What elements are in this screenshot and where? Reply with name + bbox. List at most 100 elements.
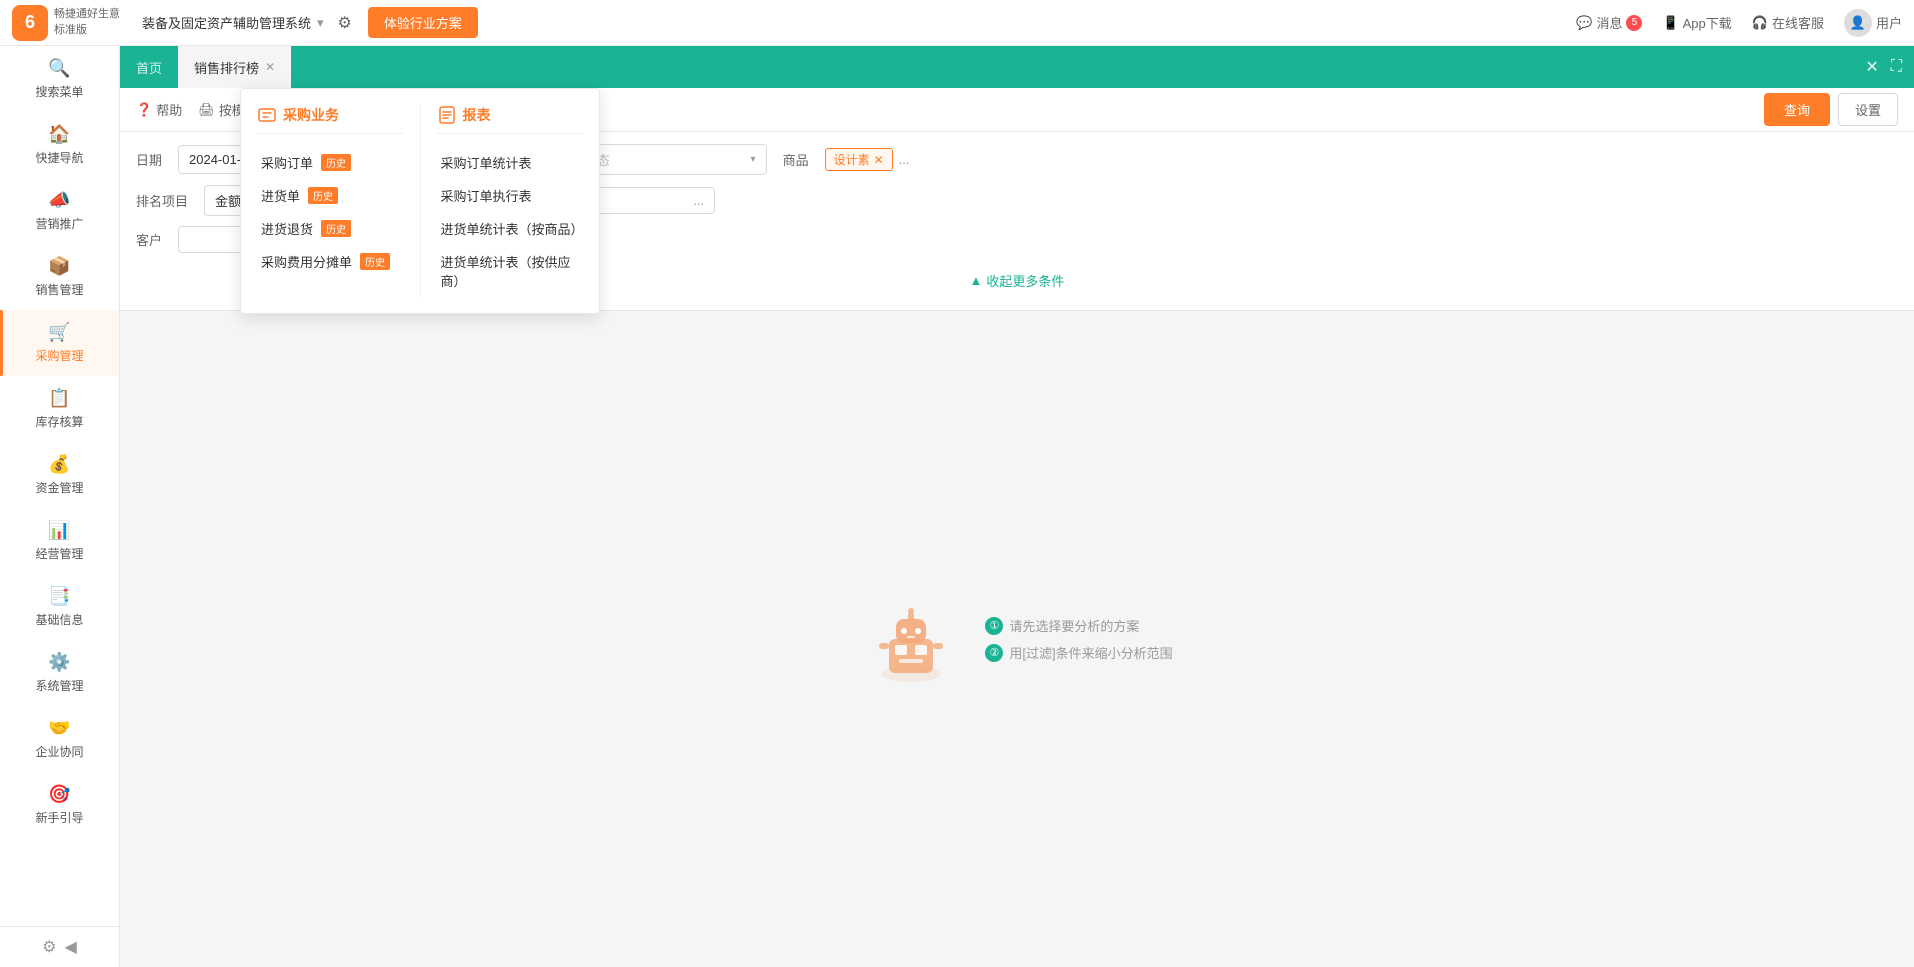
- inbound-badge: 历史: [308, 187, 338, 204]
- doc-status-arrow: ▾: [751, 154, 756, 165]
- goods-filter: 设计素 ✕ ...: [825, 148, 910, 171]
- customer-label: 客户: [136, 230, 162, 249]
- print-icon: 🖨: [198, 102, 215, 118]
- title-dropdown-arrow[interactable]: ▾: [317, 15, 324, 31]
- logo-text: 畅捷通好生意 标准版: [54, 7, 120, 38]
- menu-item-purchase-expense[interactable]: 采购费用分摊单 历史: [257, 245, 404, 278]
- basic-info-icon: 📑: [48, 586, 70, 607]
- sidebar-item-enterprise[interactable]: 🤝 企业协同: [0, 706, 119, 772]
- purchase-expense-badge: 历史: [360, 253, 390, 270]
- menu-item-order-stat[interactable]: 采购订单统计表: [437, 146, 584, 179]
- sales-icon: 📦: [48, 256, 70, 277]
- goods-tag-close[interactable]: ✕: [874, 153, 884, 167]
- content-body: ① 请先选择要分析的方案 ② 用[过滤]条件来缩小分析范围: [120, 311, 1914, 967]
- guide-icon: 🎯: [48, 784, 70, 805]
- query-btn[interactable]: 查询: [1764, 93, 1830, 126]
- phone-icon: 📱: [1662, 15, 1678, 31]
- purchase-icon: 🛒: [48, 322, 70, 343]
- app-download-btn[interactable]: 📱 App下载: [1662, 13, 1731, 32]
- finance-icon: 💰: [48, 454, 70, 475]
- goods-tag[interactable]: 设计素 ✕: [825, 148, 893, 171]
- content-area: 首页 销售排行榜 ✕ ✕ ⛶ ❓ 帮助 🖨 按模板打印 ▾ ⬇: [120, 46, 1914, 967]
- sidebar-item-quick-nav[interactable]: 🏠 快捷导航: [0, 112, 119, 178]
- sidebar-settings-icon[interactable]: ⚙: [42, 937, 56, 957]
- home-icon: 🏠: [48, 124, 70, 145]
- tab-bar-right-actions: ✕ ⛶: [1865, 57, 1914, 77]
- search-icon: 🔍: [48, 58, 70, 79]
- empty-state-illustration: [861, 589, 961, 689]
- purchase-order-badge: 历史: [321, 154, 351, 171]
- message-icon: 💬: [1576, 15, 1592, 31]
- sidebar-item-purchase[interactable]: 🛒 采购管理: [0, 310, 119, 376]
- tab-close-icon[interactable]: ✕: [265, 60, 275, 74]
- menu-item-purchase-order[interactable]: 采购订单 历史: [257, 146, 404, 179]
- purchase-section-icon: [257, 105, 277, 125]
- empty-hint-1: ① 请先选择要分析的方案: [985, 616, 1139, 635]
- main-layout: 🔍 搜索菜单 🏠 快捷导航 📣 营销推广 📦 销售管理 🛒 采购管理 📋 库存核…: [0, 46, 1914, 967]
- sidebar-item-finance[interactable]: 💰 资金管理: [0, 442, 119, 508]
- sidebar-item-guide[interactable]: 🎯 新手引导: [0, 772, 119, 838]
- sidebar-item-inventory[interactable]: 📋 库存核算: [0, 376, 119, 442]
- empty-hints: ① 请先选择要分析的方案 ② 用[过滤]条件来缩小分析范围: [985, 616, 1172, 662]
- date-label: 日期: [136, 150, 162, 169]
- message-btn[interactable]: 💬 消息 5: [1576, 13, 1642, 32]
- settings-btn[interactable]: 设置: [1838, 93, 1898, 126]
- purchase-dropdown-menu: 采购业务 采购订单 历史 进货单 历史 进货退货 历史: [240, 88, 600, 314]
- return-goods-badge: 历史: [321, 220, 351, 237]
- logo: 6 畅捷通好生意 标准版: [12, 5, 132, 41]
- user-btn[interactable]: 👤 用户: [1844, 9, 1902, 37]
- online-service-btn[interactable]: 🎧 在线客服: [1752, 13, 1824, 32]
- tab-close-btn[interactable]: ✕: [1865, 57, 1878, 77]
- tab-bar: 首页 销售排行榜 ✕ ✕ ⛶: [120, 46, 1914, 88]
- menu-item-inbound[interactable]: 进货单 历史: [257, 179, 404, 212]
- sidebar-bottom: ⚙ ◀: [0, 926, 119, 967]
- sidebar-item-system[interactable]: ⚙️ 系统管理: [0, 640, 119, 706]
- sidebar-item-basic-info[interactable]: 📑 基础信息: [0, 574, 119, 640]
- tab-expand-btn[interactable]: ⛶: [1891, 58, 1902, 76]
- hint-number-1: ①: [985, 617, 1003, 635]
- menu-item-inbound-stat-supplier[interactable]: 进货单统计表（按供应商）: [437, 245, 584, 297]
- menu-item-return-goods[interactable]: 进货退货 历史: [257, 212, 404, 245]
- tab-sales-rank[interactable]: 销售排行榜 ✕: [178, 46, 291, 88]
- settings-icon[interactable]: ⚙: [338, 13, 352, 33]
- sidebar-item-sales[interactable]: 📦 销售管理: [0, 244, 119, 310]
- report-section-header: 报表: [437, 105, 584, 134]
- logo-icon: 6: [12, 5, 48, 41]
- menu-item-order-exec[interactable]: 采购订单执行表: [437, 179, 584, 212]
- report-section: 报表 采购订单统计表 采购订单执行表 进货单统计表（按商品） 进货单统计表（按供…: [437, 105, 584, 297]
- purchase-business-section: 采购业务 采购订单 历史 进货单 历史 进货退货 历史: [257, 105, 404, 297]
- avatar: 👤: [1844, 9, 1872, 37]
- empty-hint-2: ② 用[过滤]条件来缩小分析范围: [985, 643, 1172, 662]
- help-icon: ❓: [136, 102, 152, 118]
- inventory-icon: 📋: [48, 388, 70, 409]
- top-bar: 6 畅捷通好生意 标准版 装备及固定资产辅助管理系统 ▾ ⚙ 体验行业方案 💬 …: [0, 0, 1914, 46]
- menu-item-inbound-stat-goods[interactable]: 进货单统计表（按商品）: [437, 212, 584, 245]
- toolbar-right: 查询 设置: [1764, 93, 1898, 126]
- headset-icon: 🎧: [1752, 15, 1768, 31]
- goods-label: 商品: [783, 150, 809, 169]
- top-bar-right: 💬 消息 5 📱 App下载 🎧 在线客服 👤 用户: [1576, 9, 1902, 37]
- empty-state: ① 请先选择要分析的方案 ② 用[过滤]条件来缩小分析范围: [861, 589, 1172, 689]
- marketing-icon: 📣: [48, 190, 70, 211]
- sidebar: 🔍 搜索菜单 🏠 快捷导航 📣 营销推广 📦 销售管理 🛒 采购管理 📋 库存核…: [0, 46, 120, 967]
- sidebar-collapse-icon[interactable]: ◀: [65, 937, 77, 957]
- operations-icon: 📊: [48, 520, 70, 541]
- menu-section-divider: [420, 105, 421, 297]
- purchase-section-header: 采购业务: [257, 105, 404, 134]
- system-title: 装备及固定资产辅助管理系统: [142, 13, 311, 32]
- hint-number-2: ②: [985, 644, 1003, 662]
- sidebar-item-marketing[interactable]: 📣 营销推广: [0, 178, 119, 244]
- report-section-icon: [437, 105, 457, 125]
- industry-btn[interactable]: 体验行业方案: [368, 7, 478, 38]
- salesperson-dots: ...: [693, 193, 704, 208]
- rank-label: 排名项目: [136, 191, 188, 210]
- collapse-icon: ▲: [970, 273, 983, 288]
- message-badge: 5: [1626, 15, 1642, 31]
- sidebar-item-search[interactable]: 🔍 搜索菜单: [0, 46, 119, 112]
- help-btn[interactable]: ❓ 帮助: [136, 100, 182, 119]
- enterprise-icon: 🤝: [48, 718, 70, 739]
- system-icon: ⚙️: [48, 652, 70, 673]
- goods-dots[interactable]: ...: [899, 152, 910, 167]
- tab-home[interactable]: 首页: [120, 46, 178, 88]
- sidebar-item-operations[interactable]: 📊 经营管理: [0, 508, 119, 574]
